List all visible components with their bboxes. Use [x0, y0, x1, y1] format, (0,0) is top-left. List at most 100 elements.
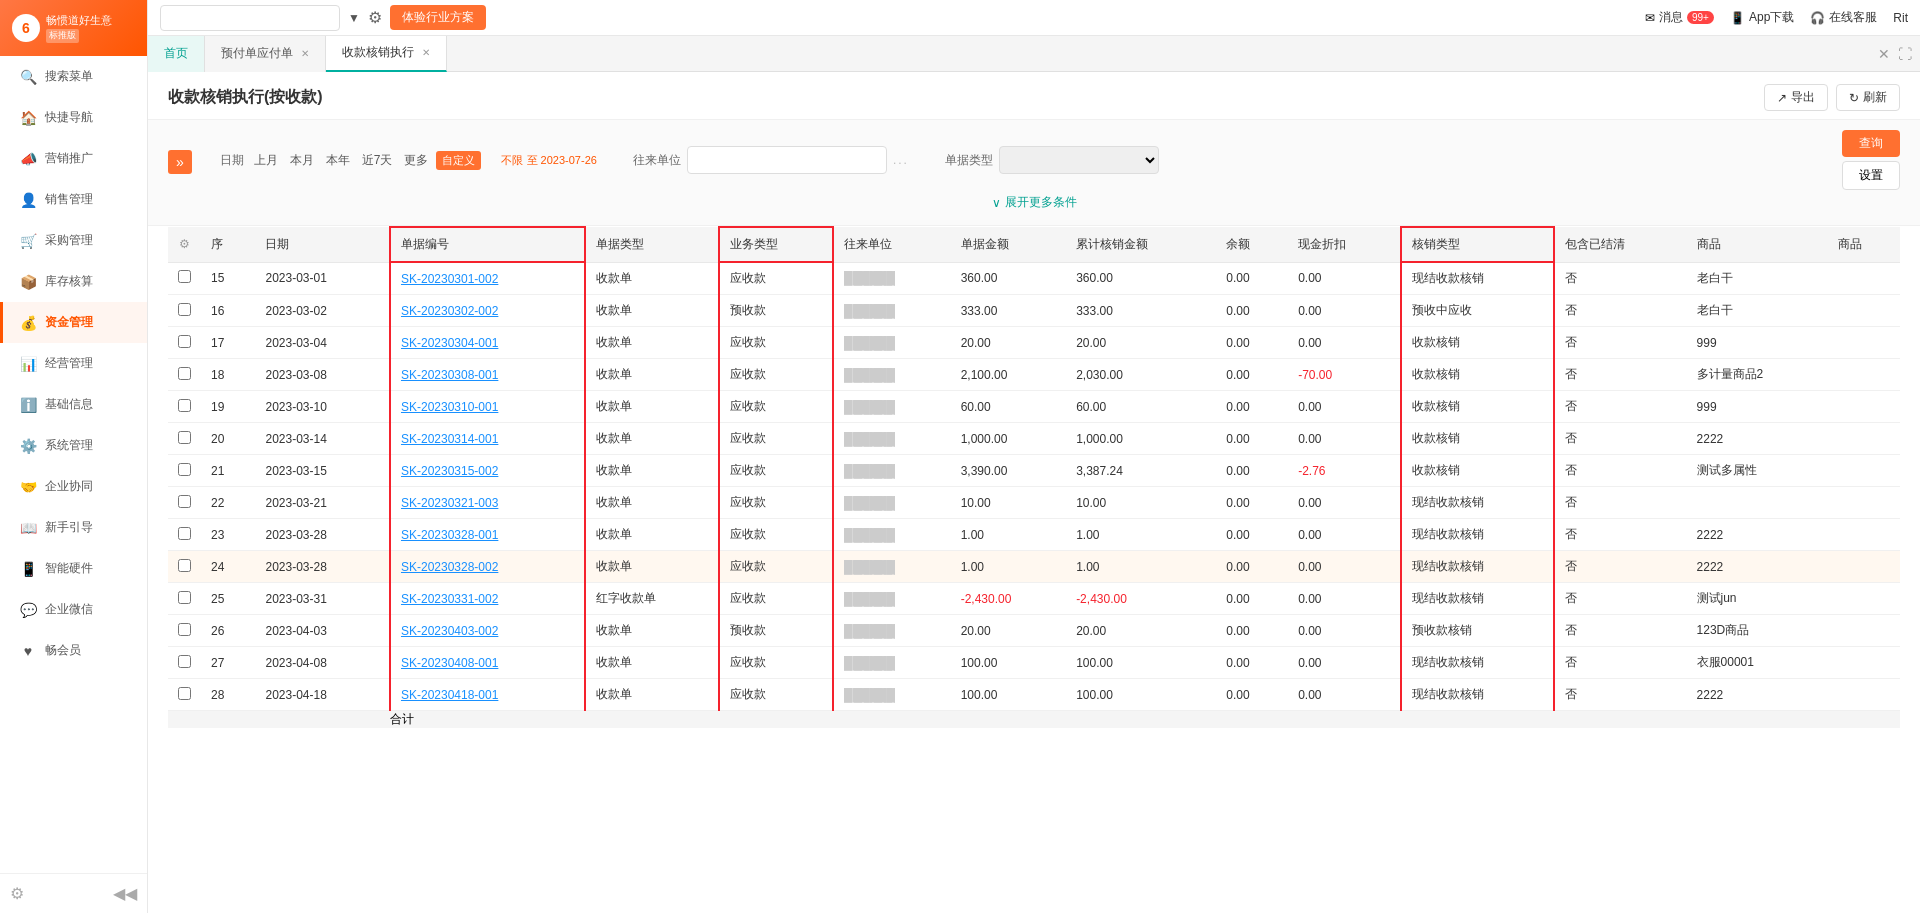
sidebar-item-basic[interactable]: ℹ️ 基础信息 — [0, 384, 147, 425]
col-checkbox[interactable] — [168, 583, 201, 615]
tab-collection-close[interactable]: ✕ — [422, 47, 430, 58]
cell-biz-type: 应收款 — [719, 583, 833, 615]
filter-setting-button[interactable]: 设置 — [1842, 161, 1900, 190]
collapse-icon[interactable]: ◀◀ — [113, 884, 137, 903]
cell-goods: 2222 — [1687, 551, 1829, 583]
bill-no-link[interactable]: SK-20230308-001 — [401, 368, 498, 382]
sidebar-item-marketing[interactable]: 📣 营销推广 — [0, 138, 147, 179]
cell-partner: ██████ — [833, 327, 951, 359]
bill-no-link[interactable]: SK-20230328-002 — [401, 560, 498, 574]
sidebar-item-finance[interactable]: 💰 资金管理 — [0, 302, 147, 343]
expand-conditions-button[interactable]: ∨ 展开更多条件 — [992, 194, 1077, 211]
bill-type-select[interactable] — [999, 146, 1159, 174]
refresh-button[interactable]: ↻ 刷新 — [1836, 84, 1900, 111]
sidebar-item-quicknav[interactable]: 🏠 快捷导航 — [0, 97, 147, 138]
bill-no-link[interactable]: SK-20230418-001 — [401, 688, 498, 702]
col-checkbox[interactable] — [168, 359, 201, 391]
bill-no-link[interactable]: SK-20230403-002 — [401, 624, 498, 638]
cell-bill-no: SK-20230403-002 — [390, 615, 585, 647]
col-checkbox[interactable] — [168, 295, 201, 327]
bill-no-link[interactable]: SK-20230301-002 — [401, 272, 498, 286]
cell-bill-no: SK-20230418-001 — [390, 679, 585, 711]
cell-bill-type: 红字收款单 — [585, 583, 719, 615]
bill-no-link[interactable]: SK-20230331-002 — [401, 592, 498, 606]
message-button[interactable]: ✉ 消息 99+ — [1645, 9, 1714, 26]
tab-home[interactable]: 首页 — [148, 36, 205, 72]
col-gear-icon[interactable]: ⚙ — [179, 237, 190, 251]
cell-amount: 100.00 — [951, 647, 1066, 679]
settings-icon[interactable]: ⚙ — [10, 884, 24, 903]
cell-bill-no: SK-20230304-001 — [390, 327, 585, 359]
search-input[interactable] — [160, 5, 340, 31]
cell-date: 2023-04-03 — [255, 615, 390, 647]
date-btn-this-month[interactable]: 本月 — [286, 150, 318, 171]
col-checkbox[interactable] — [168, 679, 201, 711]
cell-goods2 — [1828, 327, 1900, 359]
online-service-button[interactable]: 🎧 在线客服 — [1810, 9, 1877, 26]
cell-seq: 26 — [201, 615, 255, 647]
bill-no-link[interactable]: SK-20230304-001 — [401, 336, 498, 350]
sidebar-item-hardware[interactable]: 📱 智能硬件 — [0, 548, 147, 589]
col-checkbox[interactable] — [168, 391, 201, 423]
solution-button[interactable]: 体验行业方案 — [390, 5, 486, 30]
bill-no-link[interactable]: SK-20230408-001 — [401, 656, 498, 670]
partner-input[interactable] — [687, 146, 887, 174]
sidebar-item-sales[interactable]: 👤 销售管理 — [0, 179, 147, 220]
app-download-button[interactable]: 📱 App下载 — [1730, 9, 1794, 26]
sidebar-item-wechat[interactable]: 💬 企业微信 — [0, 589, 147, 630]
sidebar-item-corp[interactable]: 🤝 企业协同 — [0, 466, 147, 507]
cell-include-cleared: 否 — [1554, 615, 1686, 647]
export-button[interactable]: ↗ 导出 — [1764, 84, 1828, 111]
col-checkbox[interactable] — [168, 262, 201, 295]
date-btn-more[interactable]: 更多 — [400, 150, 432, 171]
sidebar-item-system[interactable]: ⚙️ 系统管理 — [0, 425, 147, 466]
col-checkbox[interactable] — [168, 327, 201, 359]
dropdown-button[interactable]: ▼ — [348, 5, 360, 31]
col-checkbox[interactable] — [168, 487, 201, 519]
cell-amount: -2,430.00 — [951, 583, 1066, 615]
date-custom-button[interactable]: 自定义 — [436, 151, 481, 170]
sidebar-item-operation[interactable]: 📊 经营管理 — [0, 343, 147, 384]
cell-cancel-type: 预收中应收 — [1401, 295, 1554, 327]
filter-toggle-button[interactable]: » — [168, 150, 192, 174]
wechat-icon: 💬 — [19, 602, 37, 618]
tab-close-all-button[interactable]: ✕ — [1878, 46, 1890, 62]
filter-area: » 日期 上月 本月 本年 近7天 更多 自定义 不限 至 2023-07-26 — [148, 120, 1920, 226]
col-checkbox[interactable] — [168, 519, 201, 551]
table-row: 22 2023-03-21 SK-20230321-003 收款单 应收款 ██… — [168, 487, 1900, 519]
bill-no-link[interactable]: SK-20230314-001 — [401, 432, 498, 446]
query-button[interactable]: 查询 — [1842, 130, 1900, 157]
cell-cash-discount: 0.00 — [1288, 519, 1401, 551]
topbar-right: ✉ 消息 99+ 📱 App下载 🎧 在线客服 Rit — [1645, 9, 1908, 26]
date-btn-last-month[interactable]: 上月 — [250, 150, 282, 171]
col-checkbox[interactable] — [168, 455, 201, 487]
cell-cancel-type: 收款核销 — [1401, 359, 1554, 391]
col-checkbox[interactable] — [168, 647, 201, 679]
col-checkbox[interactable] — [168, 423, 201, 455]
cell-seq: 20 — [201, 423, 255, 455]
bill-no-link[interactable]: SK-20230310-001 — [401, 400, 498, 414]
cell-total-cancel: 20.00 — [1066, 615, 1216, 647]
date-btn-this-year[interactable]: 本年 — [322, 150, 354, 171]
sidebar-item-member[interactable]: ♥ 畅会员 — [0, 630, 147, 671]
sidebar-item-newguide[interactable]: 📖 新手引导 — [0, 507, 147, 548]
bill-no-link[interactable]: SK-20230321-003 — [401, 496, 498, 510]
col-checkbox[interactable] — [168, 551, 201, 583]
tab-prepay-close[interactable]: ✕ — [301, 48, 309, 59]
date-btn-7days[interactable]: 近7天 — [358, 150, 397, 171]
sidebar-item-search[interactable]: 🔍 搜索菜单 — [0, 56, 147, 97]
tab-expand-button[interactable]: ⛶ — [1898, 46, 1912, 62]
sidebar-item-purchase[interactable]: 🛒 采购管理 — [0, 220, 147, 261]
gear-icon[interactable]: ⚙ — [368, 8, 382, 27]
bill-no-link[interactable]: SK-20230328-001 — [401, 528, 498, 542]
tab-prepay[interactable]: 预付单应付单 ✕ — [205, 36, 326, 72]
tab-collection[interactable]: 收款核销执行 ✕ — [326, 36, 447, 72]
sidebar: 6 畅惯道好生意 标推版 🔍 搜索菜单 🏠 快捷导航 📣 营销推广 👤 销售管理… — [0, 0, 148, 913]
cell-goods: 测试多属性 — [1687, 455, 1829, 487]
bill-no-link[interactable]: SK-20230302-002 — [401, 304, 498, 318]
cell-bill-no: SK-20230308-001 — [390, 359, 585, 391]
sidebar-item-inventory[interactable]: 📦 库存核算 — [0, 261, 147, 302]
cell-biz-type: 应收款 — [719, 551, 833, 583]
col-checkbox[interactable] — [168, 615, 201, 647]
bill-no-link[interactable]: SK-20230315-002 — [401, 464, 498, 478]
